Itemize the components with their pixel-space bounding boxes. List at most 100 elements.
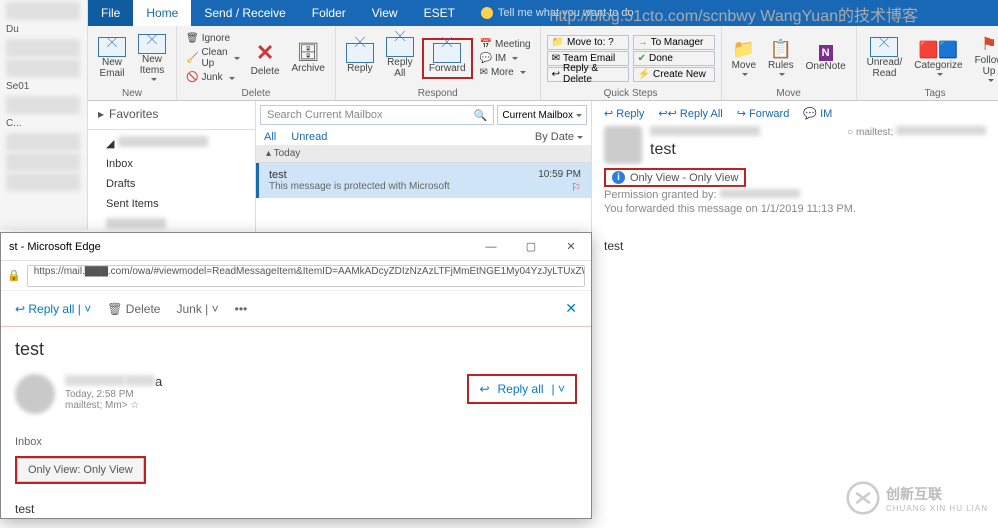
- owa-close[interactable]: ✕: [565, 300, 577, 317]
- blur-item: [6, 133, 80, 151]
- message-time: 10:59 PM: [538, 169, 581, 180]
- blur-item: [6, 153, 80, 171]
- qs-done[interactable]: ✔ Done: [633, 51, 715, 66]
- nav-sent[interactable]: Sent Items: [88, 194, 255, 214]
- owa-reply-all-button[interactable]: ↩ Reply all | ˅: [467, 374, 577, 404]
- owa-more[interactable]: •••: [235, 302, 248, 316]
- blur-item: [6, 39, 80, 57]
- contacts-sidebar: Du Se01 C...: [0, 0, 88, 230]
- forward-button[interactable]: Forward: [425, 41, 470, 76]
- qs-create[interactable]: ⚡ Create New: [633, 67, 715, 82]
- owa-avatar: [15, 374, 55, 414]
- group-label: Move: [728, 87, 850, 100]
- envelope-icon: [870, 37, 898, 57]
- group-today[interactable]: ▴ Today: [256, 145, 591, 163]
- search-scope-dropdown[interactable]: Current Mailbox: [497, 105, 587, 125]
- owa-junk[interactable]: Junk | ˅: [176, 302, 218, 316]
- favorites-header[interactable]: ▸Favorites: [88, 101, 255, 127]
- contact-du[interactable]: Du: [0, 22, 87, 37]
- edge-titlebar[interactable]: st - Microsoft Edge — ▢ ✕: [1, 233, 591, 261]
- rules-icon: 📋: [770, 39, 792, 60]
- categorize-icon: 🟥🟦: [918, 40, 958, 60]
- owa-to: mailtest; Mm> ☆: [65, 400, 162, 411]
- contact-c[interactable]: C...: [0, 116, 87, 131]
- sender-avatar: [604, 126, 642, 164]
- owa-delete[interactable]: 🗑 Delete: [107, 302, 160, 316]
- rules-button[interactable]: 📋Rules: [764, 37, 798, 79]
- group-delete: 🗑 Ignore 🧹 Clean Up 🚫 Junk ✕Delete 🗄Arch…: [177, 26, 336, 100]
- forward-highlight: Forward: [422, 38, 473, 79]
- reply-button[interactable]: Reply: [342, 41, 378, 76]
- group-label: Quick Steps: [547, 87, 715, 100]
- nav-drafts[interactable]: Drafts: [88, 174, 255, 194]
- address-bar[interactable]: https://mail.▇▇▇.com/owa/#viewmodel=Read…: [27, 265, 585, 287]
- onenote-button[interactable]: NOneNote: [802, 43, 850, 74]
- forward-icon: [433, 43, 461, 63]
- group-label: New: [94, 87, 170, 100]
- im-link[interactable]: 💬 IM: [803, 107, 832, 120]
- reply-link[interactable]: ↩ Reply: [604, 107, 644, 120]
- qs-tomgr[interactable]: → To Manager: [633, 35, 715, 50]
- message-subject: test: [269, 169, 581, 181]
- cleanup-button[interactable]: 🧹 Clean Up: [183, 46, 243, 70]
- unread-button[interactable]: Unread/ Read: [863, 35, 907, 81]
- more-button[interactable]: ✉ More: [477, 66, 534, 79]
- categorize-button[interactable]: 🟥🟦Categorize: [910, 38, 966, 79]
- new-items-button[interactable]: New Items: [134, 32, 170, 84]
- reading-subject: test: [650, 141, 839, 159]
- filter-unread[interactable]: Unread: [291, 131, 327, 143]
- permission-granted: Permission granted by:: [604, 189, 986, 201]
- reply-all-button[interactable]: Reply All: [382, 35, 418, 81]
- tab-send-receive[interactable]: Send / Receive: [191, 0, 298, 26]
- owa-sender: a: [65, 374, 162, 389]
- tab-folder[interactable]: Folder: [299, 0, 359, 26]
- ribbon-toolbar: New Email New Items New 🗑 Ignore 🧹 Clean…: [88, 26, 998, 101]
- mailbox-header[interactable]: ◢: [88, 132, 255, 154]
- move-button[interactable]: 📁Move: [728, 37, 760, 79]
- qs-moveto[interactable]: 📁 Move to: ?: [547, 35, 629, 50]
- owa-body-text: test: [15, 502, 577, 516]
- im-button[interactable]: 💬 IM: [477, 52, 534, 65]
- chevron-down-icon: ▸: [98, 107, 104, 121]
- reading-pane: ↩ Reply ↩↩ Reply All ↪ Forward 💬 IM test…: [592, 101, 998, 519]
- group-tags: Unread/ Read 🟥🟦Categorize ⚑Follow Up Tag…: [857, 26, 998, 100]
- junk-button[interactable]: 🚫 Junk: [183, 71, 243, 84]
- tab-view[interactable]: View: [359, 0, 411, 26]
- search-mailbox-input[interactable]: Search Current Mailbox🔍: [260, 105, 494, 125]
- group-label: Tags: [863, 87, 998, 100]
- x-icon: ✕: [256, 40, 274, 66]
- group-label: Respond: [342, 87, 534, 100]
- contact-se01[interactable]: Se01: [0, 79, 87, 94]
- archive-button[interactable]: 🗄Archive: [288, 40, 329, 76]
- onenote-icon: N: [819, 45, 833, 61]
- blur-item: [6, 2, 80, 20]
- qs-replydel[interactable]: ↩ Reply & Delete: [547, 67, 629, 82]
- permission-banner: i Only View - Only View: [604, 168, 746, 187]
- reply-icon: [346, 43, 374, 63]
- owa-action-bar: ↩ Reply all | ˅ 🗑 Delete Junk | ˅ ••• ✕: [1, 291, 591, 327]
- owa-reply-all[interactable]: ↩ Reply all | ˅: [15, 302, 91, 316]
- followup-button[interactable]: ⚑Follow Up: [971, 32, 998, 85]
- reply-all-link[interactable]: ↩↩ Reply All: [658, 107, 722, 120]
- flag-icon[interactable]: ⚐: [571, 181, 581, 194]
- nav-inbox[interactable]: Inbox: [88, 154, 255, 174]
- minimize-button[interactable]: —: [471, 233, 511, 261]
- meeting-button[interactable]: 📅 Meeting: [477, 38, 534, 51]
- tab-eset[interactable]: ESET: [411, 0, 468, 26]
- message-item[interactable]: test This message is protected with Micr…: [256, 163, 591, 198]
- corp-watermark: 创新互联CHUANG XIN HU LIAN: [846, 481, 988, 515]
- new-email-button[interactable]: New Email: [94, 35, 130, 81]
- envelope-icon: [98, 37, 126, 57]
- maximize-button[interactable]: ▢: [511, 233, 551, 261]
- tab-home[interactable]: Home: [133, 0, 191, 26]
- sort-dropdown[interactable]: By Date: [535, 131, 583, 143]
- owa-subject: test: [15, 339, 577, 360]
- ignore-button[interactable]: 🗑 Ignore: [183, 32, 243, 45]
- forward-link[interactable]: ↪ Forward: [737, 107, 790, 120]
- bulb-icon: [481, 7, 493, 19]
- delete-button[interactable]: ✕Delete: [247, 38, 284, 79]
- window-title: st - Microsoft Edge: [9, 241, 101, 253]
- close-button[interactable]: ✕: [551, 233, 591, 261]
- search-icon: 🔍: [474, 109, 488, 122]
- tab-file[interactable]: File: [88, 0, 133, 26]
